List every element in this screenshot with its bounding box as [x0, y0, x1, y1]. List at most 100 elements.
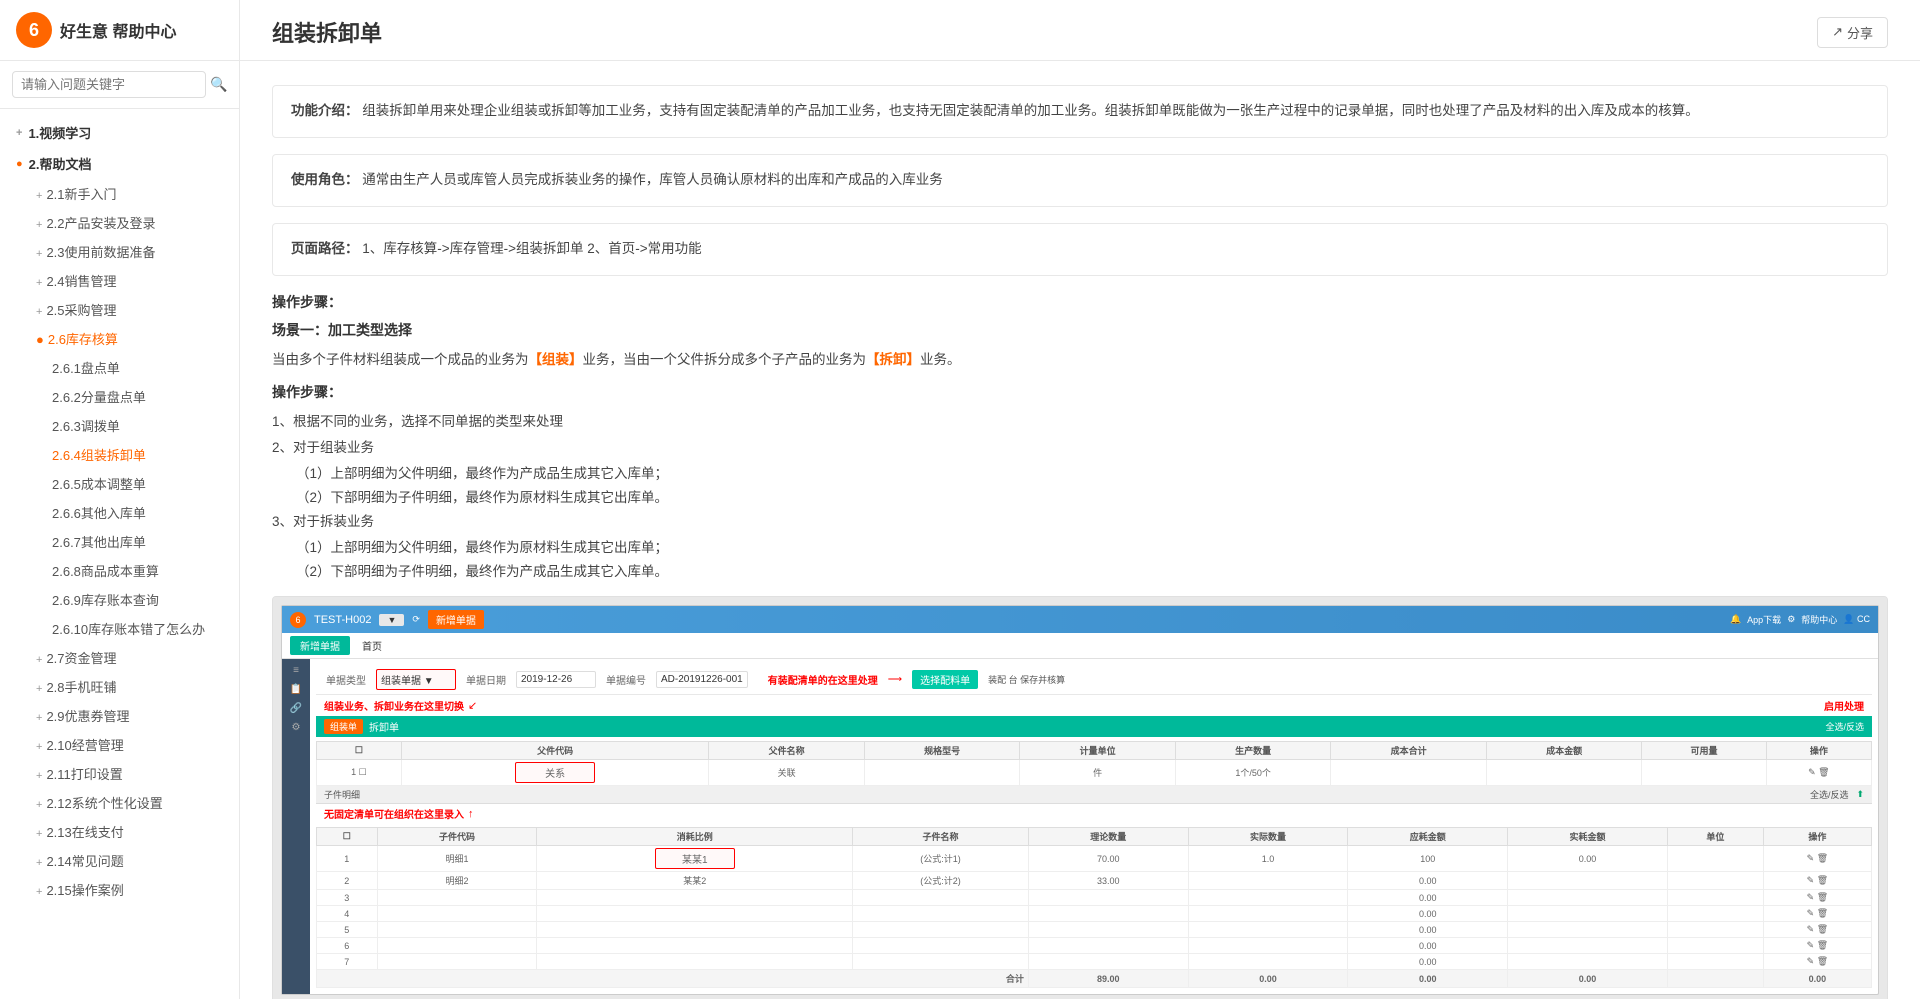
- sim-child-table-wrapper: ☐ 子件代码 消耗比例 子件名称 理论数量 实际数量 应耗金额 实耗金额: [316, 823, 1872, 988]
- sim-refresh-icon: ⟳: [412, 614, 420, 625]
- sidebar-item-label-other_in: 2.6.6其他入库单: [52, 506, 146, 521]
- role-text: 通常由生产人员或库管人员完成拆装业务的操作，库管人员确认原材料的出库和产成品的入…: [362, 172, 943, 187]
- sidebar-item-print[interactable]: +2.11打印设置: [0, 759, 239, 788]
- sidebar-item-stock_query[interactable]: 2.6.9库存账本查询: [0, 585, 239, 614]
- sidebar-item-cost_adj[interactable]: 2.6.5成本调整单: [0, 469, 239, 498]
- search-input[interactable]: [12, 71, 206, 98]
- sim-th-checkbox: ☐: [317, 742, 402, 760]
- sim-th-actions: 操作: [1766, 742, 1871, 760]
- sidebar-item-purchase[interactable]: +2.5采购管理: [0, 295, 239, 324]
- sim-code-label: 单据编号: [606, 672, 646, 687]
- sidebar-item-label-mobile: 2.8手机旺铺: [46, 680, 116, 695]
- sidebar-item-sales[interactable]: +2.4销售管理: [0, 266, 239, 295]
- screenshot-container: 6 TEST-H002 ▼ ⟳ 新增单据 🔔 App下载 ⚙ 帮助中心 👤 CC: [272, 596, 1888, 999]
- sidebar-item-faq[interactable]: +2.14常见问题: [0, 846, 239, 875]
- sim-titlebar-text: TEST-H002: [314, 614, 371, 626]
- sim-child-table: ☐ 子件代码 消耗比例 子件名称 理论数量 实际数量 应耗金额 实耗金额: [316, 827, 1872, 988]
- sidebar-item-label-coupon: 2.9优惠券管理: [46, 709, 129, 724]
- sim-parent-section: 组装单 拆卸单 全选/反选: [316, 716, 1872, 737]
- sim-child-row7: 70.00✎ 🗑: [317, 954, 1872, 970]
- sidebar-item-coupon[interactable]: +2.9优惠券管理: [0, 701, 239, 730]
- sim-new-btn: 新增单据: [428, 610, 484, 629]
- sidebar-item-custom[interactable]: +2.12系统个性化设置: [0, 788, 239, 817]
- sidebar-item-label-video: 1.视频学习: [28, 123, 91, 142]
- sim-nav-icon1: ≡: [293, 665, 299, 676]
- sidebar-item-label-install: 2.2产品安装及登录: [46, 216, 155, 231]
- sidebar-item-data_prep[interactable]: +2.3使用前数据准备: [0, 237, 239, 266]
- sidebar-item-other_out[interactable]: 2.6.7其他出库单: [0, 527, 239, 556]
- sim-annotation1: 有装配清单的在这里处理: [768, 672, 878, 687]
- role-block: 使用角色： 通常由生产人员或库管人员完成拆装业务的操作，库管人员确认原材料的出库…: [272, 154, 1888, 207]
- sim-select-btn[interactable]: 选择配料单: [912, 670, 978, 689]
- sim-child-row2: 2 明细2 某某2 (公式:计2) 33.00 0.00: [317, 872, 1872, 890]
- sidebar-item-ops[interactable]: +2.10经营管理: [0, 730, 239, 759]
- sidebar-item-label-sales: 2.4销售管理: [46, 274, 116, 289]
- sidebar-item-label-print: 2.11打印设置: [46, 767, 122, 782]
- search-box: 🔍: [0, 61, 239, 109]
- sidebar-item-label-assembly: 2.6.4组装拆卸单: [52, 448, 146, 463]
- sim-confirm-area: 装配 台 保存并核算: [988, 673, 1065, 686]
- sim-child-row5: 50.00✎ 🗑: [317, 922, 1872, 938]
- sidebar-item-video[interactable]: +1.视频学习: [0, 117, 239, 148]
- page-title: 组装拆卸单: [272, 16, 382, 48]
- sidebar-item-stock_error[interactable]: 2.6.10库存账本错了怎么办: [0, 614, 239, 643]
- sim-code-input: AD-20191226-001: [656, 671, 748, 688]
- search-button[interactable]: 🔍: [210, 76, 227, 93]
- step3-sub1: （1）上部明细为父件明细，最终作为原材料生成其它出库单；: [296, 536, 1888, 556]
- step3-sub2: （2）下部明细为子件明细，最终作为产成品生成其它入库单。: [296, 560, 1888, 580]
- step2-sub1: （1）上部明细为父件明细，最终作为产成品生成其它入库单；: [296, 462, 1888, 482]
- screenshot: 6 TEST-H002 ▼ ⟳ 新增单据 🔔 App下载 ⚙ 帮助中心 👤 CC: [273, 597, 1887, 999]
- sim-nav-icon3: 🔗: [290, 703, 302, 714]
- sim-screen: 6 TEST-H002 ▼ ⟳ 新增单据 🔔 App下载 ⚙ 帮助中心 👤 CC: [281, 605, 1879, 995]
- sim-th-parent-name: 父件名称: [709, 742, 865, 760]
- sidebar-item-stocktake[interactable]: 2.6.1盘点单: [0, 353, 239, 382]
- sim-annotation2: 组装业务、拆卸业务在这里切换: [324, 698, 464, 713]
- step1: 1、根据不同的业务，选择不同单据的类型来处理: [272, 410, 1888, 430]
- sidebar-item-label-cases: 2.15操作案例: [46, 883, 123, 898]
- sidebar-item-partial_stocktake[interactable]: 2.6.2分量盘点单: [0, 382, 239, 411]
- sim-th-qty: 生产数量: [1175, 742, 1331, 760]
- sidebar-item-mobile[interactable]: +2.8手机旺铺: [0, 672, 239, 701]
- scenario1-desc: 当由多个子件材料组装成一个成品的业务为【组装】业务，当由一个父件拆分成多个子产品…: [272, 348, 1888, 372]
- sidebar-item-label-other_out: 2.6.7其他出库单: [52, 535, 146, 550]
- sidebar-item-transfer[interactable]: 2.6.3调拨单: [0, 411, 239, 440]
- step2: 2、对于组装业务: [272, 436, 1888, 456]
- sim-tabs: 新增单据 首页: [282, 633, 1878, 659]
- sidebar-item-finance[interactable]: +2.7资金管理: [0, 643, 239, 672]
- sidebar-item-label-transfer: 2.6.3调拨单: [52, 419, 120, 434]
- sidebar-item-other_in[interactable]: 2.6.6其他入库单: [0, 498, 239, 527]
- sidebar-item-online_pay[interactable]: +2.13在线支付: [0, 817, 239, 846]
- sim-date-input: 2019-12-26: [516, 671, 596, 688]
- sim-annotation4-row: 无固定清单可在组织在这里录入 ↑: [316, 804, 1872, 823]
- sidebar-item-cases[interactable]: +2.15操作案例: [0, 875, 239, 904]
- sidebar-item-assembly[interactable]: 2.6.4组装拆卸单: [0, 440, 239, 469]
- share-button[interactable]: ↗ 分享: [1817, 17, 1888, 48]
- sim-annotation-row: 组装业务、拆卸业务在这里切换 ↙ 启用处理: [316, 695, 1872, 716]
- main-content: 组装拆卸单 ↗ 分享 功能介绍： 组装拆卸单用来处理企业组装或拆卸等加工业务，支…: [240, 0, 1920, 999]
- sim-child-row6: 60.00✎ 🗑: [317, 938, 1872, 954]
- intro-block: 功能介绍： 组装拆卸单用来处理企业组装或拆卸等加工业务，支持有固定装配清单的产品…: [272, 85, 1888, 138]
- sim-header-row: 单据类型 组装单据 ▼ 单据日期 2019-12-26 单据编号 AD-2019…: [316, 665, 1872, 695]
- steps-block: 操作步骤： 场景一：加工类型选择 当由多个子件材料组装成一个成品的业务为【组装】…: [272, 292, 1888, 580]
- sim-left-panel: ≡ 📋 🔗 ⚙: [282, 659, 310, 994]
- sidebar-item-newbie[interactable]: +2.1新手入门: [0, 179, 239, 208]
- sim-annotation4: 无固定清单可在组织在这里录入: [324, 806, 464, 821]
- sim-child-row1: 1 明细1 某某1 (公式:计1) 70.00 1.0 100 0.00: [317, 846, 1872, 872]
- sidebar-item-label-data_prep: 2.3使用前数据准备: [46, 245, 155, 260]
- sidebar-item-install[interactable]: +2.2产品安装及登录: [0, 208, 239, 237]
- sidebar-item-label-inventory: 2.6库存核算: [48, 332, 118, 347]
- sim-parent-row1: 1 ☐ 关系 关联 件 1个/50个: [317, 760, 1872, 786]
- sim-content-area: ≡ 📋 🔗 ⚙ 单据类型 组装单据 ▼: [282, 659, 1878, 994]
- sim-parent-table: ☐ 父件代码 父件名称 规格型号 计量单位 生产数量 成本合计 成本金额: [316, 741, 1872, 786]
- sim-th-parent-code: 父件代码: [401, 742, 708, 760]
- sidebar-item-cost_recompute[interactable]: 2.6.8商品成本重算: [0, 556, 239, 585]
- sim-tab-new: 新增单据: [290, 636, 350, 655]
- sidebar-item-label-stocktake: 2.6.1盘点单: [52, 361, 120, 376]
- sidebar-item-label-purchase: 2.5采购管理: [46, 303, 116, 318]
- step3: 3、对于拆装业务: [272, 510, 1888, 530]
- sidebar-item-inventory[interactable]: ●2.6库存核算: [0, 324, 239, 353]
- sidebar-item-docs[interactable]: ●2.帮助文档: [0, 148, 239, 179]
- sidebar-header: 6 好生意 帮助中心: [0, 0, 239, 61]
- sidebar-item-label-stock_query: 2.6.9库存账本查询: [52, 593, 159, 608]
- sim-total-row: 合计 89.00 0.00 0.00 0.00 0.00: [317, 970, 1872, 988]
